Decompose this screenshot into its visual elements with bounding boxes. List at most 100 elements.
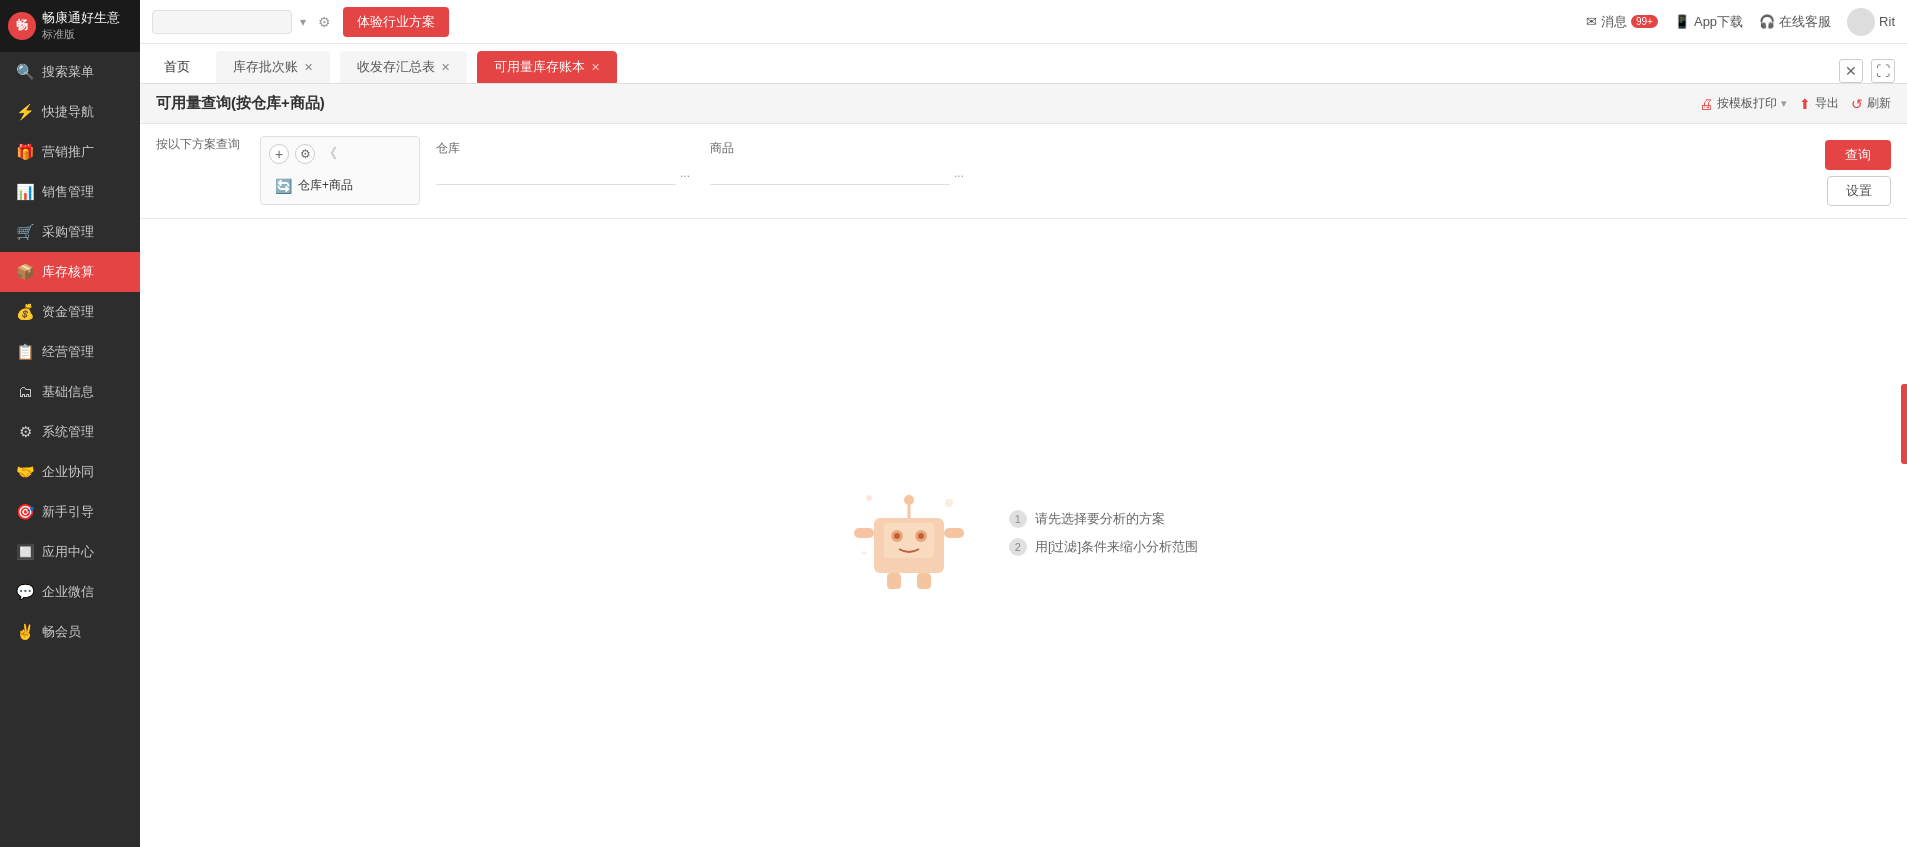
add-scheme-button[interactable]: +: [269, 144, 289, 164]
svg-point-4: [894, 533, 900, 539]
filter-right-actions: 查询 设置: [1825, 136, 1891, 206]
sidebar-item-sales[interactable]: 📊 销售管理: [0, 172, 140, 212]
message-icon: ✉: [1586, 14, 1597, 29]
tab-recv-summary[interactable]: 收发存汇总表✕: [340, 51, 467, 83]
template-print-arrow[interactable]: ▾: [1781, 97, 1787, 110]
mobile-icon: 📱: [1674, 14, 1690, 29]
sidebar-item-shortcut[interactable]: ⚡快捷导航: [0, 92, 140, 132]
sidebar-header: 畅 畅康通好生意 标准版: [0, 0, 140, 52]
filter-settings-button[interactable]: 设置: [1827, 176, 1891, 206]
filter-scheme-header: + ⚙ 《: [269, 143, 411, 165]
scheme-item-icon: 🔄: [275, 178, 292, 194]
svg-point-12: [866, 495, 872, 501]
scheme-warehouse-goods[interactable]: 🔄 仓库+商品: [269, 173, 411, 198]
sidebar-item-marketing[interactable]: 🎁营销推广: [0, 132, 140, 172]
sidebar-item-enterprise[interactable]: 🤝企业协同: [0, 452, 140, 492]
tab-label-available-qty: 可用量库存账本: [494, 58, 585, 76]
refresh-label: 刷新: [1867, 95, 1891, 112]
sidebar-item-finance[interactable]: 💰资金管理: [0, 292, 140, 332]
sidebar-item-basic[interactable]: 🗂基础信息: [0, 372, 140, 412]
filter-area: 按以下方案查询 + ⚙ 《 🔄 仓库+商品 仓库 ... 商品: [140, 124, 1907, 219]
tab-close-batch-account[interactable]: ✕: [304, 61, 313, 74]
svg-rect-7: [944, 528, 964, 538]
search-icon: 🔍: [16, 63, 34, 81]
sidebar-item-vip[interactable]: ✌畅会员: [0, 612, 140, 652]
message-label: 消息: [1601, 13, 1627, 31]
sidebar-logo: 畅: [8, 12, 36, 40]
sidebar-item-system[interactable]: ⚙系统管理: [0, 412, 140, 452]
empty-hint-1: 1 请先选择要分析的方案: [1009, 510, 1198, 528]
query-button[interactable]: 查询: [1825, 140, 1891, 170]
tab-close-available-qty[interactable]: ✕: [591, 61, 600, 74]
export-button[interactable]: ⬆ 导出: [1799, 95, 1839, 112]
collapse-button[interactable]: 《: [321, 143, 339, 165]
warehouse-more-button[interactable]: ...: [680, 166, 690, 180]
topbar: ▾ ⚙ 体验行业方案 ✉ 消息 99+ 📱 App下载 🎧 在线客服 Rit: [140, 0, 1907, 44]
system-icon: ⚙: [16, 423, 34, 441]
sidebar-item-newbie[interactable]: 🎯新手引导: [0, 492, 140, 532]
sidebar: 畅 畅康通好生意 标准版 🔍搜索菜单⚡快捷导航🎁营销推广 📊 销售管理 🛒采购管理📦库…: [0, 0, 140, 847]
tab-bar-actions: ✕ ⛶: [1839, 59, 1907, 83]
inventory-icon: 📦: [16, 263, 34, 281]
tab-available-qty[interactable]: 可用量库存账本 ✕: [477, 51, 617, 83]
user-name: Rit: [1879, 14, 1895, 29]
template-print-button[interactable]: 🖨 按模板打印 ▾: [1699, 95, 1787, 112]
message-badge: 99+: [1631, 15, 1658, 28]
refresh-button[interactable]: ↺ 刷新: [1851, 95, 1891, 112]
user-avatar[interactable]: Rit: [1847, 8, 1895, 36]
avatar-image: [1847, 8, 1875, 36]
app-download-button[interactable]: 📱 App下载: [1674, 13, 1743, 31]
apps-icon: 🔲: [16, 543, 34, 561]
filter-scheme-box: + ⚙ 《 🔄 仓库+商品: [260, 136, 420, 205]
goods-more-button[interactable]: ...: [954, 166, 964, 180]
page-title: 可用量查询(按仓库+商品): [156, 94, 325, 113]
topbar-gear-icon[interactable]: ⚙: [314, 10, 335, 34]
operations-icon: 📋: [16, 343, 34, 361]
sidebar-item-label-shortcut: 快捷导航: [42, 103, 94, 121]
tab-close-recv-summary[interactable]: ✕: [441, 61, 450, 74]
goods-input[interactable]: [710, 161, 950, 185]
sidebar-item-search[interactable]: 🔍搜索菜单: [0, 52, 140, 92]
scroll-indicator[interactable]: [1901, 384, 1907, 464]
topbar-right-actions: ✉ 消息 99+ 📱 App下载 🎧 在线客服 Rit: [1586, 8, 1895, 36]
svg-rect-8: [887, 573, 901, 589]
sidebar-item-purchase[interactable]: 🛒采购管理: [0, 212, 140, 252]
topbar-dropdown-arrow[interactable]: ▾: [300, 15, 306, 29]
industry-solution-button[interactable]: 体验行业方案: [343, 7, 449, 37]
empty-illustration: [849, 473, 969, 593]
expand-tab-button[interactable]: ⛶: [1871, 59, 1895, 83]
wechat-icon: 💬: [16, 583, 34, 601]
close-tab-button[interactable]: ✕: [1839, 59, 1863, 83]
sales-icon: 📊: [16, 183, 34, 201]
sidebar-nav: 🔍搜索菜单⚡快捷导航🎁营销推广 📊 销售管理 🛒采购管理📦库存核算💰资金管理 📋 经营管理…: [0, 52, 140, 847]
goods-label: 商品: [710, 140, 964, 157]
messages-button[interactable]: ✉ 消息 99+: [1586, 13, 1658, 31]
warehouse-label: 仓库: [436, 140, 690, 157]
tab-home[interactable]: 首页: [148, 51, 206, 83]
export-label: 导出: [1815, 95, 1839, 112]
svg-rect-6: [854, 528, 874, 538]
sidebar-title: 畅康通好生意: [42, 10, 120, 27]
svg-rect-9: [917, 573, 931, 589]
scheme-settings-button[interactable]: ⚙: [295, 144, 315, 164]
empty-svg-icon: [849, 473, 969, 593]
sidebar-item-wechat[interactable]: 💬企业微信: [0, 572, 140, 612]
page-header-actions: 🖨 按模板打印 ▾ ⬆ 导出 ↺ 刷新: [1699, 95, 1891, 112]
empty-hint-2: 2 用[过滤]条件来缩小分析范围: [1009, 538, 1198, 556]
tab-batch-account[interactable]: 库存批次账✕: [216, 51, 330, 83]
sidebar-item-apps[interactable]: 🔲应用中心: [0, 532, 140, 572]
tab-bar: 首页库存批次账✕ 收发存汇总表✕ 可用量库存账本 ✕ ✕ ⛶: [140, 44, 1907, 84]
online-service-button[interactable]: 🎧 在线客服: [1759, 13, 1831, 31]
svg-point-11: [904, 495, 914, 505]
sidebar-item-operations[interactable]: 📋 经营管理: [0, 332, 140, 372]
main-area: ▾ ⚙ 体验行业方案 ✉ 消息 99+ 📱 App下载 🎧 在线客服 Rit: [140, 0, 1907, 847]
sidebar-item-label-sales: 销售管理: [42, 183, 94, 201]
sidebar-subtitle: 标准版: [42, 27, 120, 42]
sidebar-item-label-operations: 经营管理: [42, 343, 94, 361]
topbar-search-input[interactable]: [152, 10, 292, 34]
warehouse-input[interactable]: [436, 161, 676, 185]
sidebar-item-inventory[interactable]: 📦库存核算: [0, 252, 140, 292]
svg-point-5: [918, 533, 924, 539]
app-download-label: App下载: [1694, 13, 1743, 31]
template-print-label: 按模板打印: [1717, 95, 1777, 112]
